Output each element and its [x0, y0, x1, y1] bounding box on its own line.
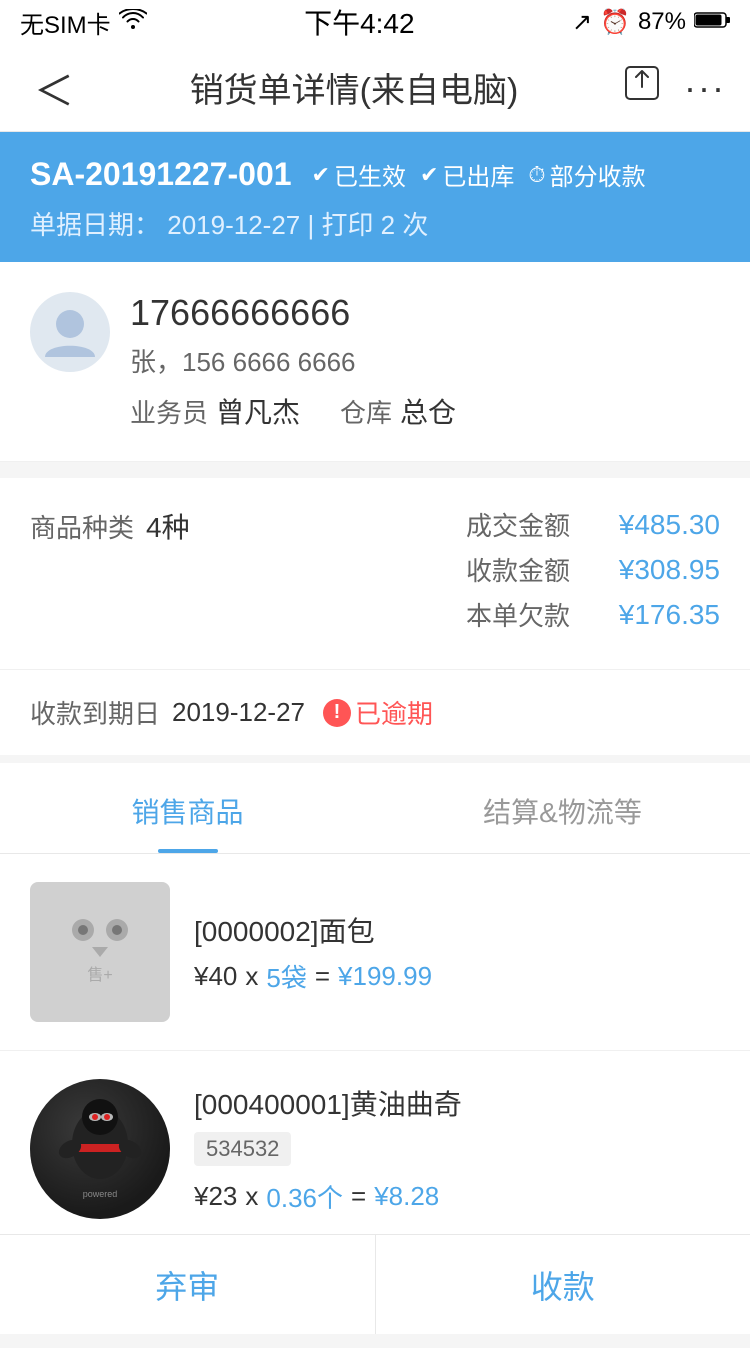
battery-text: 87% [638, 8, 686, 36]
customer-info: 17666666666 张，156 6666 6666 业务员 曾凡杰 仓库 总… [130, 292, 720, 431]
carrier-text: 无SIM卡 [20, 5, 111, 40]
product-info-0: [0000002]面包 ¥40 x 5袋 = ¥199.99 [194, 910, 720, 995]
check-icon-1: ✔ [312, 162, 330, 188]
status-bar: 无SIM卡 下午4:42 ↗ ⏰ 87% [0, 0, 750, 44]
customer-phone: 17666666666 [130, 292, 720, 334]
amount-value-1: ¥308.95 [600, 554, 720, 586]
due-date-value: 2019-12-27 [172, 697, 305, 728]
product-name-1: [000400001]黄油曲奇 [194, 1083, 720, 1123]
more-button[interactable]: ··· [684, 67, 726, 109]
divider-1 [0, 462, 750, 478]
equals-icon-0: = [315, 961, 330, 992]
product-item-1: powered [000400001]黄油曲奇 534532 ¥23 x 0.3… [0, 1051, 750, 1248]
due-label: 收款到期日 [30, 694, 160, 731]
product-thumb-1: powered [30, 1079, 170, 1219]
tab-sales-items[interactable]: 销售商品 [0, 763, 375, 853]
badge-active: ✔ 已生效 [312, 157, 406, 192]
warehouse-item: 仓库 总仓 [340, 391, 456, 431]
nav-bar: ＜ 销货单详情(来自电脑) ··· [0, 44, 750, 132]
order-badges: ✔ 已生效 ✔ 已出库 ⏱ 部分收款 [312, 157, 646, 192]
page-title: 销货单详情(来自电脑) [190, 63, 519, 112]
order-header: SA-20191227-001 ✔ 已生效 ✔ 已出库 ⏱ 部分收款 单据日期：… [0, 132, 750, 262]
customer-avatar [30, 292, 110, 372]
salesperson-name: 曾凡杰 [216, 391, 300, 431]
overdue-text: 已逾期 [355, 694, 433, 731]
product-info-1: [000400001]黄油曲奇 534532 ¥23 x 0.36个 = ¥8.… [194, 1083, 720, 1215]
warehouse-name: 总仓 [400, 391, 456, 431]
amount-label-1: 收款金额 [466, 551, 570, 588]
summary-section: 商品种类 4种 成交金额 ¥485.30 收款金额 ¥308.95 本单欠款 ¥… [0, 478, 750, 670]
order-id: SA-20191227-001 [30, 156, 292, 193]
product-qty-0: 5袋 [266, 958, 306, 995]
amount-value-2: ¥176.35 [600, 599, 720, 631]
tabs-section: 销售商品 结算&物流等 [0, 763, 750, 854]
warehouse-label: 仓库 [340, 393, 392, 430]
product-name-0: [0000002]面包 [194, 910, 720, 950]
amount-value-0: ¥485.30 [600, 509, 720, 541]
salesperson-label: 业务员 [130, 393, 208, 430]
overdue-badge: ! 已逾期 [323, 694, 433, 731]
product-price-text-0: ¥40 [194, 961, 237, 992]
status-left: 无SIM卡 [20, 5, 147, 40]
status-time: 下午4:42 [304, 2, 415, 42]
category-item: 商品种类 4种 [30, 506, 190, 546]
product-total-1: ¥8.28 [374, 1181, 439, 1212]
nav-actions: ··· [624, 65, 726, 110]
category-count: 4种 [146, 506, 190, 546]
tab-settlement[interactable]: 结算&物流等 [375, 763, 750, 853]
product-thumb-0: 售+ [30, 882, 170, 1022]
product-price-1: ¥23 x 0.36个 = ¥8.28 [194, 1178, 720, 1215]
reject-button[interactable]: 弃审 [0, 1235, 376, 1334]
badge-partial-payment: ⏱ 部分收款 [528, 157, 645, 192]
product-total-0: ¥199.99 [338, 961, 432, 992]
amount-row-0: 成交金额 ¥485.30 [466, 506, 720, 543]
collect-button[interactable]: 收款 [376, 1235, 750, 1334]
back-button[interactable]: ＜ [24, 59, 84, 117]
summary-right: 成交金额 ¥485.30 收款金额 ¥308.95 本单欠款 ¥176.35 [466, 506, 720, 641]
amount-row-1: 收款金额 ¥308.95 [466, 551, 720, 588]
amount-label-0: 成交金额 [466, 506, 570, 543]
svg-text:powered: powered [83, 1189, 118, 1199]
bottom-bar: 弃审 收款 [0, 1234, 750, 1334]
order-date: 单据日期： 2019-12-27 | 打印 2 次 [30, 205, 720, 242]
amount-row-2: 本单欠款 ¥176.35 [466, 596, 720, 633]
multiply-icon-1: x [245, 1181, 258, 1212]
battery-icon [694, 8, 730, 36]
product-price-text-1: ¥23 [194, 1181, 237, 1212]
badge-shipped: ✔ 已出库 [420, 157, 514, 192]
equals-icon-1: = [351, 1181, 366, 1212]
product-item-0: 售+ [0000002]面包 ¥40 x 5袋 = ¥199.99 [0, 854, 750, 1051]
check-icon-2: ✔ [420, 162, 438, 188]
product-qty-1: 0.36个 [266, 1178, 343, 1215]
summary-left: 商品种类 4种 [30, 506, 190, 546]
customer-section: 17666666666 张，156 6666 6666 业务员 曾凡杰 仓库 总… [0, 262, 750, 462]
product-batch-1: 534532 [194, 1132, 291, 1166]
overdue-icon: ! [323, 699, 351, 727]
wifi-icon [119, 8, 147, 36]
share-button[interactable] [624, 65, 660, 110]
amount-label-2: 本单欠款 [466, 596, 570, 633]
customer-alt-phone: 张，156 6666 6666 [130, 342, 720, 379]
due-section: 收款到期日 2019-12-27 ! 已逾期 [0, 670, 750, 763]
category-label: 商品种类 [30, 508, 134, 545]
products-section: 售+ [0000002]面包 ¥40 x 5袋 = ¥199.99 [0, 854, 750, 1248]
status-right: ↗ ⏰ 87% [572, 8, 730, 37]
salesperson-item: 业务员 曾凡杰 [130, 391, 300, 431]
alarm-icon: ⏰ [600, 8, 630, 37]
clock-icon: ⏱ [528, 162, 545, 188]
customer-meta: 业务员 曾凡杰 仓库 总仓 [130, 391, 720, 431]
location-icon: ↗ [572, 8, 592, 37]
product-price-0: ¥40 x 5袋 = ¥199.99 [194, 958, 720, 995]
multiply-icon-0: x [245, 961, 258, 992]
